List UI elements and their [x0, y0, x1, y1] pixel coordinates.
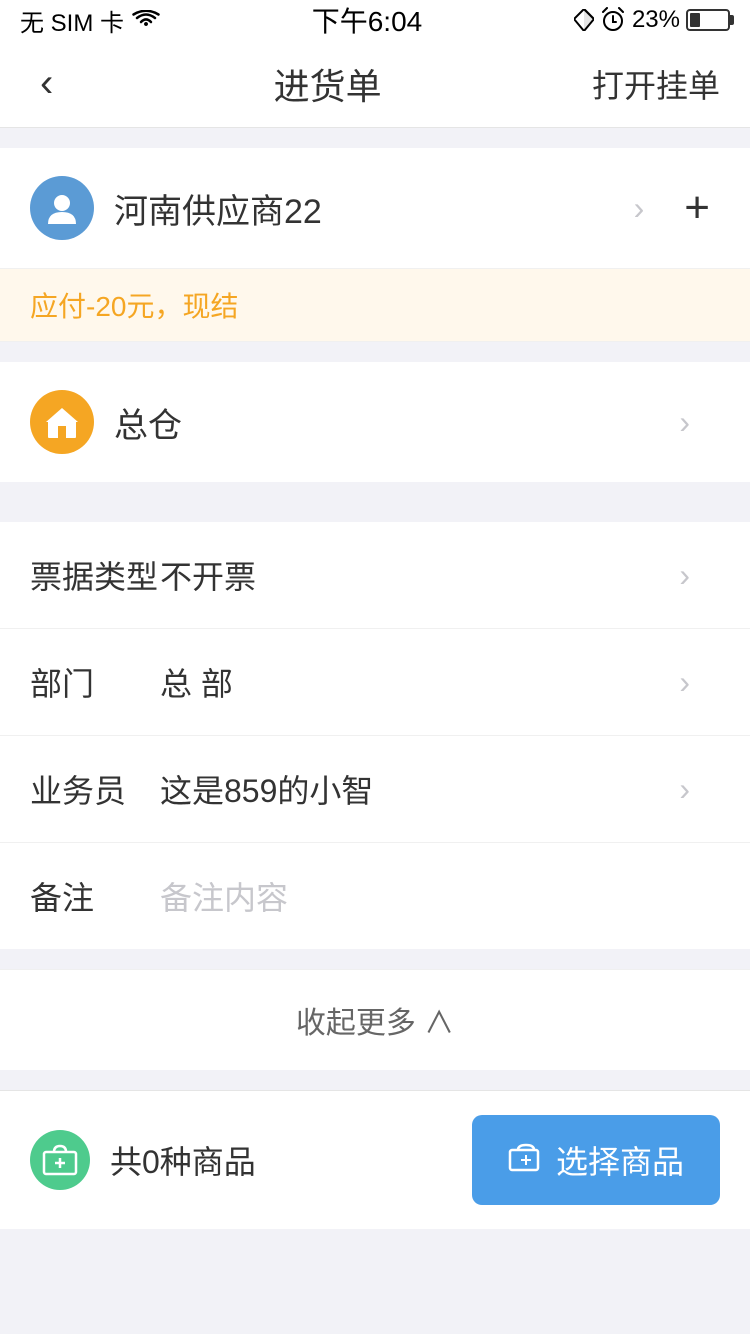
back-button[interactable]: ‹ — [30, 51, 63, 116]
collapse-row[interactable]: 收起更多 ∧ — [0, 969, 750, 1070]
supplier-name: 河南供应商22 — [114, 184, 634, 233]
department-row[interactable]: 部门 总 部 › — [0, 629, 750, 736]
invoice-chevron-icon: › — [679, 557, 690, 594]
invoice-label: 票据类型 — [30, 552, 160, 598]
department-label: 部门 — [30, 659, 160, 705]
invoice-value: 不开票 — [160, 552, 679, 598]
form-section: 票据类型 不开票 › 部门 总 部 › 业务员 这是859的小智 › 备注 备注… — [0, 522, 750, 949]
salesperson-row[interactable]: 业务员 这是859的小智 › — [0, 736, 750, 843]
product-icon-wrap — [30, 1130, 90, 1190]
sim-status: 无 SIM 卡 — [20, 3, 124, 38]
product-count: 共0种商品 — [110, 1137, 472, 1183]
wifi-icon — [132, 10, 160, 30]
warehouse-name: 总仓 — [114, 398, 679, 447]
battery-percent: 23% — [632, 6, 680, 34]
page-title: 进货单 — [274, 58, 382, 110]
warehouse-icon — [44, 404, 80, 440]
separator-2 — [0, 342, 750, 362]
bottom-bar: 共0种商品 选择商品 — [0, 1090, 750, 1229]
collapse-label: 收起更多 ∧ — [296, 998, 454, 1042]
status-bar: 无 SIM 卡 下午6:04 23% — [0, 0, 750, 40]
remark-label: 备注 — [30, 873, 160, 919]
battery-icon — [686, 9, 730, 31]
department-value: 总 部 — [160, 659, 679, 705]
nav-bar: ‹ 进货单 打开挂单 — [0, 40, 750, 128]
notice-bar: 应付-20元，现结 — [0, 269, 750, 342]
person-icon — [44, 190, 80, 226]
supplier-section: 河南供应商22 › + 应付-20元，现结 — [0, 148, 750, 342]
status-right: 23% — [574, 6, 730, 34]
supplier-chevron-icon: › — [634, 190, 645, 227]
remark-input[interactable]: 备注内容 — [160, 873, 720, 919]
supplier-row[interactable]: 河南供应商22 › + — [0, 148, 750, 269]
product-icon — [42, 1142, 78, 1178]
location-icon — [574, 9, 594, 31]
status-left: 无 SIM 卡 — [20, 3, 160, 38]
open-pending-button[interactable]: 打开挂单 — [592, 61, 720, 107]
select-product-button[interactable]: 选择商品 — [472, 1115, 720, 1205]
separator-3 — [0, 482, 750, 502]
warehouse-row[interactable]: 总仓 › — [0, 362, 750, 482]
invoice-row[interactable]: 票据类型 不开票 › — [0, 522, 750, 629]
salesperson-value: 这是859的小智 — [160, 766, 679, 812]
add-button[interactable]: + — [674, 183, 720, 233]
status-time: 下午6:04 — [312, 0, 423, 40]
warehouse-icon-wrap — [30, 390, 94, 454]
supplier-avatar — [30, 176, 94, 240]
salesperson-label: 业务员 — [30, 766, 160, 812]
separator-1 — [0, 128, 750, 148]
notice-text: 应付-20元，现结 — [30, 291, 238, 322]
department-chevron-icon: › — [679, 664, 690, 701]
alarm-icon — [600, 7, 626, 33]
warehouse-chevron-icon: › — [679, 404, 690, 441]
select-product-label: 选择商品 — [556, 1137, 684, 1183]
salesperson-chevron-icon: › — [679, 771, 690, 808]
cart-icon — [508, 1142, 544, 1178]
remark-row[interactable]: 备注 备注内容 — [0, 843, 750, 949]
